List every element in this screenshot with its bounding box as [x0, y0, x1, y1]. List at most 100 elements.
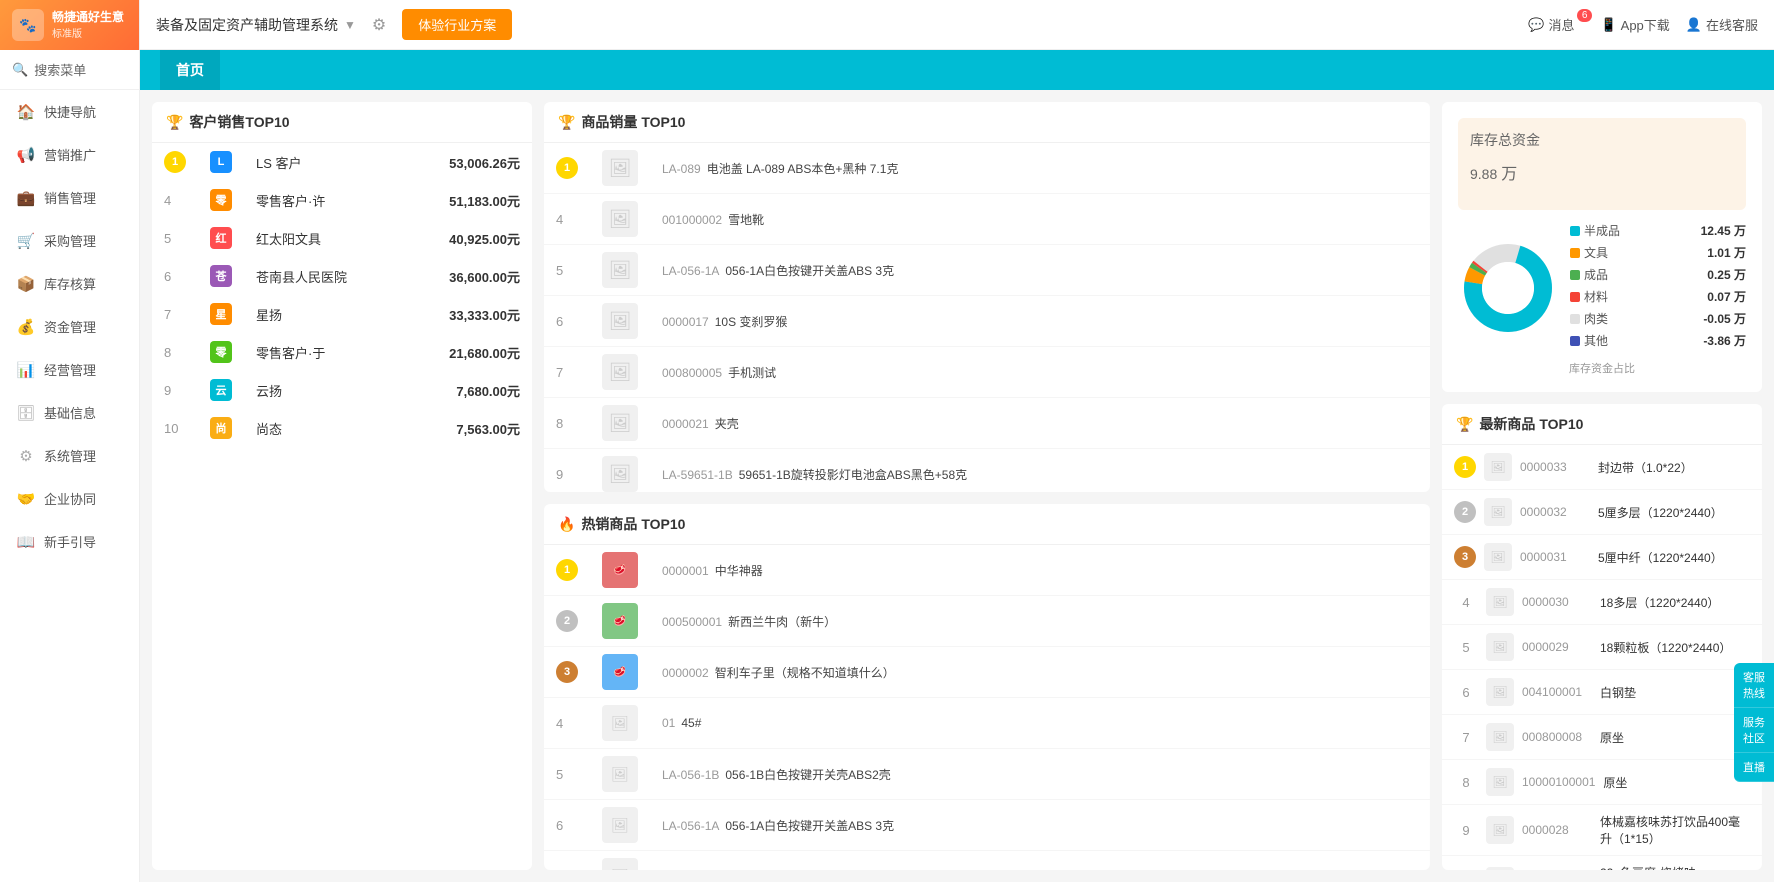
messages-btn[interactable]: 💬 消息 6 [1528, 15, 1584, 34]
main-area: 装备及固定资产辅助管理系统 ▼ ⚙ 体验行业方案 💬 消息 6 📱 App下载 … [140, 0, 1774, 882]
search-icon: 🔍 [12, 62, 28, 78]
legend-label: 肉类 [1584, 310, 1699, 327]
legend-item: 成品 0.25 万 [1570, 266, 1746, 283]
rank-cell: 4 [544, 194, 590, 245]
product-img: 🥩 [602, 654, 638, 690]
float-btn-community[interactable]: 服务社区 [1734, 708, 1774, 753]
sidebar-item-label: 销售管理 [44, 188, 96, 207]
list-item[interactable]: 4 🖼 0000030 18多层（1220*2440） [1442, 580, 1762, 625]
product-code: 0000028 [1522, 823, 1592, 837]
table-row[interactable]: 7 星 星扬 33,333.00元 [152, 295, 532, 333]
float-btn-live[interactable]: 直播 [1734, 753, 1774, 782]
product-code: 0000032 [1520, 505, 1590, 519]
sidebar-item-quicknav[interactable]: 🏠 快捷导航 [0, 90, 139, 133]
online-service-btn[interactable]: 👤 在线客服 [1686, 15, 1758, 34]
table-row[interactable]: 4 🖼 0145# [544, 698, 1430, 749]
table-row[interactable]: 10 尚 尚态 7,563.00元 [152, 409, 532, 447]
product-code: 10000100001 [1522, 775, 1595, 789]
product-img: 🥩 [602, 603, 638, 639]
name-cell: LS 客户 [244, 143, 402, 181]
app-logo: 🐾 [12, 9, 44, 41]
list-item[interactable]: 6 🖼 004100001 白钢垫 [1442, 670, 1762, 715]
inventory-title: 库存总资金 [1470, 130, 1734, 150]
sidebar-item-system[interactable]: ⚙ 系统管理 [0, 434, 139, 477]
table-row[interactable]: 1 🖼 LA-089电池盖 LA-089 ABS本色+黑种 7.1克 [544, 143, 1430, 194]
sidebar-item-label: 基础信息 [44, 403, 96, 422]
table-row[interactable]: 6 🖼 000001710S 变刹罗猴 [544, 296, 1430, 347]
list-item[interactable]: 3 🖼 0000031 5厘中纤（1220*2440） [1442, 535, 1762, 580]
sidebar-nav: 🏠 快捷导航 📢 营销推广 💼 销售管理 🛒 采购管理 📦 库存核算 💰 资金管… [0, 90, 139, 882]
collab-icon: 🤝 [16, 490, 36, 508]
legend-dot [1570, 292, 1580, 302]
settings-icon[interactable]: ⚙ [368, 11, 390, 39]
experience-btn[interactable]: 体验行业方案 [402, 9, 512, 40]
product-code: 0000029 [1522, 640, 1592, 654]
table-row[interactable]: 6 苍 苍南县人民医院 36,600.00元 [152, 257, 532, 295]
sidebar-item-finance[interactable]: 💰 资金管理 [0, 305, 139, 348]
product-thumb: 🖼 [1486, 768, 1514, 796]
table-row[interactable]: 9 🖼 LA-59651-1B59651-1B旋转投影灯电池盒ABS黑色+58克 [544, 449, 1430, 493]
search-menu[interactable]: 🔍 搜索菜单 [0, 50, 139, 90]
product-thumb: 🖼 [602, 150, 638, 186]
table-row[interactable]: 2 🥩 000500001新西兰牛肉（新牛） [544, 596, 1430, 647]
rank-cell: 7 [544, 851, 590, 871]
table-row[interactable]: 7 🖼 000800005手机测试 [544, 347, 1430, 398]
chevron-down-icon: ▼ [344, 18, 356, 32]
page-tab-home[interactable]: 首页 [160, 50, 220, 90]
app-download-btn[interactable]: 📱 App下载 [1600, 15, 1669, 34]
product-name: 5厘中纤（1220*2440） [1598, 549, 1750, 566]
right-panel: 库存总资金 9.88万 [1442, 102, 1762, 870]
list-item[interactable]: 1 🖼 0000033 封边带（1.0*22） [1442, 445, 1762, 490]
table-row[interactable]: 5 🖼 LA-056-1A056-1A白色按键开关盖ABS 3克 [544, 245, 1430, 296]
sidebar-item-operations[interactable]: 📊 经营管理 [0, 348, 139, 391]
customer-sales-table: 1 L LS 客户 53,006.26元 4 零 零售客户·许 51,183.0… [152, 143, 532, 447]
product-info: LA-056-1B056-1B白色按键开关壳ABS2壳 [650, 749, 1430, 800]
rank-cell: 4 [544, 698, 590, 749]
product-thumb: 🖼 [602, 303, 638, 339]
product-thumb: 🖼 [1484, 498, 1512, 526]
list-item[interactable]: 9 🖼 0000028 体械嘉核味苏打饮品400毫升（1*15） [1442, 805, 1762, 856]
table-row[interactable]: 5 🖼 LA-056-1B056-1B白色按键开关壳ABS2壳 [544, 749, 1430, 800]
sidebar-item-label: 营销推广 [44, 145, 96, 164]
table-row[interactable]: 9 云 云扬 7,680.00元 [152, 371, 532, 409]
table-row[interactable]: 7 🖼 NB2.0X30B2.0X30MM双搓花轴,搓花直径2.1MM/ROHS [544, 851, 1430, 871]
legend-label: 成品 [1584, 266, 1703, 283]
sidebar-item-inventory[interactable]: 📦 库存核算 [0, 262, 139, 305]
list-item[interactable]: 7 🖼 000800008 原坐 [1442, 715, 1762, 760]
rank-cell: 5 [544, 245, 590, 296]
list-item[interactable]: 8 🖼 10000100001 原坐 [1442, 760, 1762, 805]
sidebar-item-collab[interactable]: 🤝 企业协同 [0, 477, 139, 520]
sidebar-item-marketing[interactable]: 📢 营销推广 [0, 133, 139, 176]
system-selector[interactable]: 装备及固定资产辅助管理系统 ▼ [156, 15, 356, 35]
table-row[interactable]: 1 L LS 客户 53,006.26元 [152, 143, 532, 181]
table-row[interactable]: 8 🖼 0000021夹壳 [544, 398, 1430, 449]
sidebar-item-label: 资金管理 [44, 317, 96, 336]
table-row[interactable]: 5 红 红太阳文具 40,925.00元 [152, 219, 532, 257]
table-row[interactable]: 3 🥩 0000002智利车子里（规格不知道填什么） [544, 647, 1430, 698]
sidebar-item-label: 系统管理 [44, 446, 96, 465]
amount-cell: 7,680.00元 [402, 371, 532, 409]
legend-dot [1570, 314, 1580, 324]
sidebar-item-guide[interactable]: 📖 新手引导 [0, 520, 139, 563]
product-name: 体械嘉核味苏打饮品400毫升（1*15） [1600, 813, 1750, 847]
hot-products-panel: 🔥 热销商品 TOP10 1 🥩 0000001中华神器 2 🥩 0005000… [544, 504, 1430, 870]
trophy-icon: 🏆 [166, 114, 183, 131]
float-btn-service[interactable]: 客服热线 [1734, 663, 1774, 708]
table-row[interactable]: 1 🥩 0000001中华神器 [544, 545, 1430, 596]
topbar-right: 💬 消息 6 📱 App下载 👤 在线客服 [1528, 15, 1758, 34]
list-item[interactable]: 2 🖼 0000032 5厘多层（1220*2440） [1442, 490, 1762, 535]
home-icon: 🏠 [16, 103, 36, 121]
sidebar-item-basic-info[interactable]: 🗄 基础信息 [0, 391, 139, 434]
table-row[interactable]: 4 🖼 001000002雪地靴 [544, 194, 1430, 245]
product-name: 18颗粒板（1220*2440） [1600, 639, 1750, 656]
list-item[interactable]: 5 🖼 0000029 18颗粒板（1220*2440） [1442, 625, 1762, 670]
product-thumb: 🖼 [602, 456, 638, 492]
list-item[interactable]: 10 🖼 003800001 22g鱼豆腐-烧烤味（1*12*20） [1442, 856, 1762, 870]
sidebar-item-sales[interactable]: 💼 销售管理 [0, 176, 139, 219]
table-row[interactable]: 6 🖼 LA-056-1A056-1A白色按键开关盖ABS 3克 [544, 800, 1430, 851]
sidebar-item-purchase[interactable]: 🛒 采购管理 [0, 219, 139, 262]
messages-label: 消息 [1548, 15, 1574, 34]
table-row[interactable]: 8 零 零售客户·于 21,680.00元 [152, 333, 532, 371]
table-row[interactable]: 4 零 零售客户·许 51,183.00元 [152, 181, 532, 219]
rank-cell: 1 [152, 143, 198, 181]
